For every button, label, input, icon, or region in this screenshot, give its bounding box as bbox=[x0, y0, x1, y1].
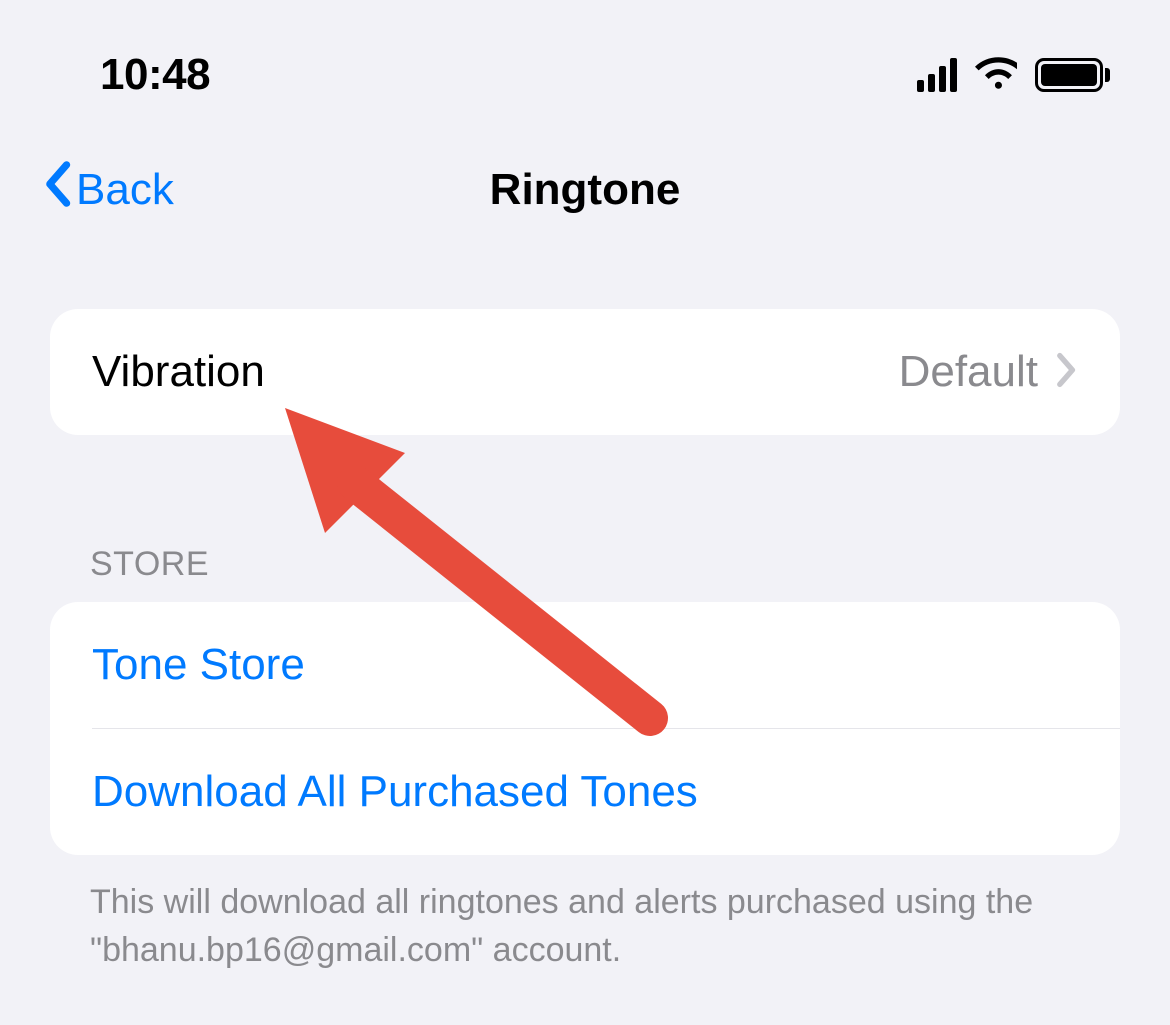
wifi-icon bbox=[975, 57, 1017, 94]
tone-store-row[interactable]: Tone Store bbox=[50, 602, 1120, 728]
page-title: Ringtone bbox=[490, 165, 681, 215]
store-group: Tone Store Download All Purchased Tones bbox=[50, 602, 1120, 855]
status-bar: 10:48 bbox=[0, 0, 1170, 120]
store-section-header: STORE bbox=[90, 545, 1120, 584]
navigation-bar: Back Ringtone bbox=[0, 120, 1170, 269]
store-footer-text: This will download all ringtones and ale… bbox=[90, 879, 1080, 974]
vibration-label: Vibration bbox=[92, 347, 265, 397]
status-time: 10:48 bbox=[100, 50, 210, 100]
vibration-group: Vibration Default bbox=[50, 309, 1120, 435]
status-icons bbox=[917, 57, 1110, 94]
tone-store-label: Tone Store bbox=[92, 640, 1078, 690]
back-button[interactable]: Back bbox=[40, 160, 174, 219]
back-label: Back bbox=[76, 165, 174, 215]
battery-icon bbox=[1035, 58, 1110, 92]
chevron-left-icon bbox=[40, 160, 74, 219]
download-tones-label: Download All Purchased Tones bbox=[92, 767, 1078, 817]
cellular-signal-icon bbox=[917, 58, 957, 92]
download-tones-row[interactable]: Download All Purchased Tones bbox=[50, 729, 1120, 855]
chevron-right-icon bbox=[1056, 352, 1078, 393]
vibration-value: Default bbox=[899, 347, 1038, 397]
vibration-row[interactable]: Vibration Default bbox=[50, 309, 1120, 435]
